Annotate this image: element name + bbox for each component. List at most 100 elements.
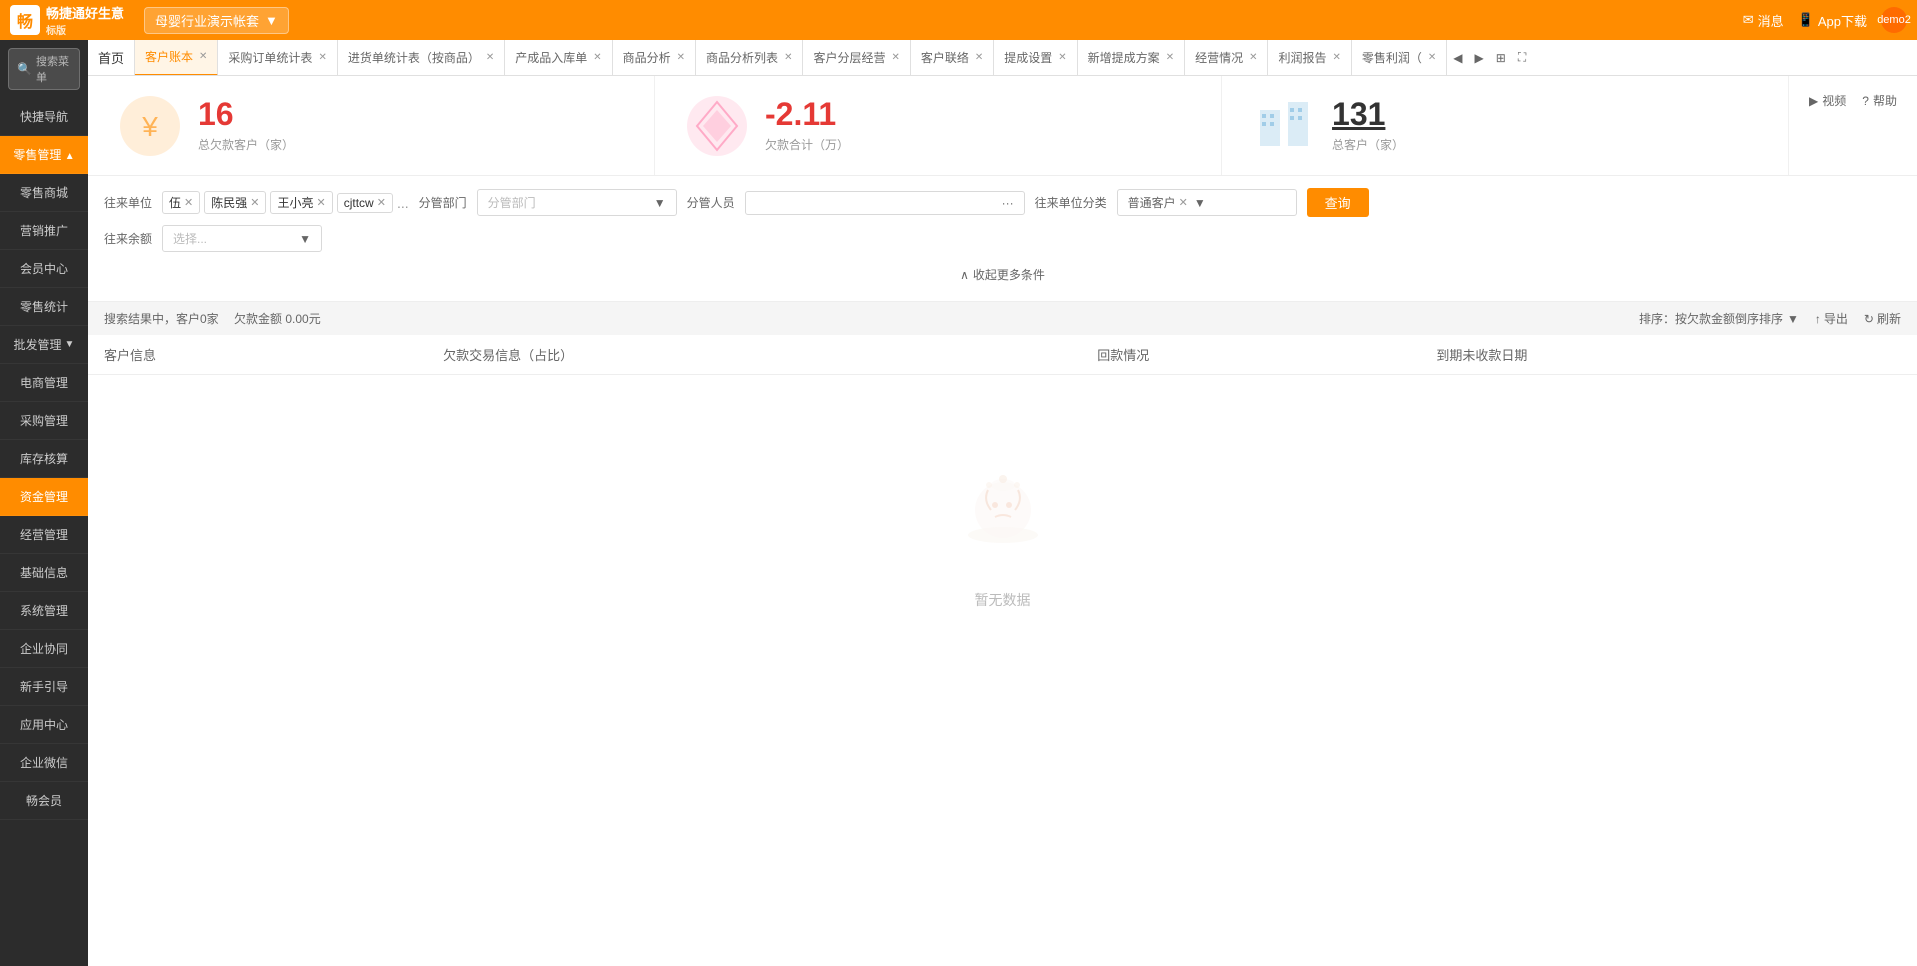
tab-customer-segment[interactable]: 客户分层经营 ✕ — [803, 40, 910, 76]
tab-retail-profit[interactable]: 零售利润（ ✕ — [1352, 40, 1447, 76]
tab-production-in[interactable]: 产成品入库单 ✕ — [505, 40, 612, 76]
balance-label: 往来余额 — [104, 230, 152, 247]
stat-icon-area: ¥ — [118, 94, 182, 158]
tab-scroll-left[interactable]: ◀ — [1447, 51, 1468, 65]
tab-customer-contact[interactable]: 客户联络 ✕ — [911, 40, 994, 76]
tab-new-raise-plan[interactable]: 新增提成方案 ✕ — [1078, 40, 1185, 76]
query-button[interactable]: 查询 — [1307, 188, 1369, 217]
sidebar-item-system-mgmt[interactable]: 系统管理 — [0, 592, 88, 630]
avatar: demo2 — [1881, 7, 1907, 33]
sidebar-item-quick-nav[interactable]: 快捷导航 — [0, 98, 88, 136]
app-container: 畅 畅捷通好生意 标版 母婴行业演示帐套 ▼ ✉ 消息 📱 App下载 — [0, 0, 1917, 966]
sort-selector[interactable]: 排序：按欠款金额倒序排序 ▼ — [1639, 310, 1799, 327]
sidebar-item-purchase-mgmt[interactable]: 采购管理 — [0, 402, 88, 440]
tag-close-wu[interactable]: ✕ — [184, 196, 193, 209]
sidebar-item-marketing[interactable]: 营销推广 — [0, 212, 88, 250]
tab-accounts[interactable]: 客户账本 ✕ — [135, 40, 218, 76]
tab-close-icon[interactable]: ✕ — [891, 52, 899, 63]
tag-close-wang[interactable]: ✕ — [317, 196, 326, 209]
sidebar-item-label: 零售商城 — [20, 186, 68, 200]
sidebar-item-app-center[interactable]: 应用中心 — [0, 706, 88, 744]
refresh-label: 刷新 — [1877, 310, 1901, 327]
export-button[interactable]: ↑ 导出 — [1815, 310, 1848, 327]
unit-label: 往来单位 — [104, 194, 152, 211]
sidebar-item-enterprise-wechat[interactable]: 企业微信 — [0, 744, 88, 782]
tab-close-icon[interactable]: ✕ — [318, 52, 326, 63]
tag-text: 陈民强 — [211, 194, 247, 211]
sidebar-item-label: 经营管理 — [20, 528, 68, 542]
message-button[interactable]: ✉ 消息 — [1743, 11, 1784, 30]
balance-selector[interactable]: 选择... ▼ — [162, 225, 322, 252]
stats-row: ¥ 16 总欠款客户（家） — [88, 76, 1917, 176]
search-icon: 🔍 — [17, 62, 32, 76]
tab-close-icon[interactable]: ✕ — [677, 52, 685, 63]
tab-profit-report[interactable]: 利润报告 ✕ — [1268, 40, 1351, 76]
collapse-label: 收起更多条件 — [973, 266, 1045, 283]
tab-fullscreen-button[interactable]: ⛶ — [1512, 50, 1532, 65]
tab-close-icon[interactable]: ✕ — [1166, 52, 1174, 63]
tab-close-icon[interactable]: ✕ — [486, 52, 494, 63]
sidebar-item-new-guide[interactable]: 新手引导 — [0, 668, 88, 706]
tab-label: 利润报告 — [1278, 49, 1326, 66]
arrow-icon: ▼ — [65, 339, 75, 350]
chevron-down-icon: ▼ — [1787, 312, 1799, 326]
tab-product-analysis[interactable]: 商品分析 ✕ — [613, 40, 696, 76]
sidebar-search-box[interactable]: 🔍 搜索菜单 — [8, 48, 80, 90]
collapse-button[interactable]: ∧ 收起更多条件 — [954, 260, 1051, 289]
category-selector[interactable]: 普通客户 ✕ ▼ — [1117, 189, 1297, 216]
sidebar-item-capital-mgmt[interactable]: 资金管理 — [0, 478, 88, 516]
main-layout: 🔍 搜索菜单 快捷导航 零售管理 ▲ 零售商城 营销推广 会员中心 零售统计 — [0, 40, 1917, 966]
logo-text-area: 畅捷通好生意 标版 — [46, 3, 124, 37]
sidebar-item-wholesale-mgmt[interactable]: 批发管理 ▼ — [0, 326, 88, 364]
sidebar-item-basic-info[interactable]: 基础信息 — [0, 554, 88, 592]
more-tags-button[interactable]: ... — [397, 195, 409, 211]
industry-selector[interactable]: 母婴行业演示帐套 ▼ — [144, 7, 289, 34]
tab-raise-settings[interactable]: 提成设置 ✕ — [994, 40, 1077, 76]
tab-close-icon[interactable]: ✕ — [593, 52, 601, 63]
video-help-button[interactable]: ▶ 视频 — [1809, 92, 1846, 109]
app-download-button[interactable]: 📱 App下载 — [1798, 11, 1867, 30]
tab-close-icon[interactable]: ✕ — [1058, 52, 1066, 63]
person-selector[interactable]: ··· — [745, 191, 1025, 215]
tag-close-chen[interactable]: ✕ — [250, 196, 259, 209]
help-button[interactable]: ? 帮助 — [1862, 92, 1897, 109]
tab-label: 采购订单统计表 — [228, 49, 312, 66]
dept-selector[interactable]: 分管部门 ▼ — [477, 189, 677, 216]
tab-inbound-stats[interactable]: 进货单统计表（按商品） ✕ — [338, 40, 505, 76]
sidebar-item-operation-mgmt[interactable]: 经营管理 — [0, 516, 88, 554]
tab-close-icon[interactable]: ✕ — [1428, 52, 1436, 63]
tab-close-icon[interactable]: ✕ — [784, 52, 792, 63]
tab-product-analysis-list[interactable]: 商品分析列表 ✕ — [696, 40, 803, 76]
tab-close-icon[interactable]: ✕ — [1333, 52, 1341, 63]
tab-purchase-order[interactable]: 采购订单统计表 ✕ — [218, 40, 337, 76]
stat-card-customers: ¥ 16 总欠款客户（家） — [88, 76, 655, 175]
sidebar-item-member-center[interactable]: 会员中心 — [0, 250, 88, 288]
sidebar-item-retail-mgmt[interactable]: 零售管理 ▲ — [0, 136, 88, 174]
tag-text: 王小亮 — [277, 194, 313, 211]
collapse-area: ∧ 收起更多条件 — [104, 260, 1901, 289]
main-content: ¥ 16 总欠款客户（家） — [88, 76, 1917, 966]
tab-scroll-right[interactable]: ▶ — [1469, 51, 1490, 65]
tab-operations[interactable]: 经营情况 ✕ — [1185, 40, 1268, 76]
tag-close-cjttcw[interactable]: ✕ — [377, 196, 386, 209]
logo-area: 畅 畅捷通好生意 标版 — [10, 3, 124, 37]
tab-close-icon[interactable]: ✕ — [199, 51, 207, 62]
tab-home[interactable]: 首页 — [88, 40, 135, 76]
sidebar-item-label: 资金管理 — [20, 490, 68, 504]
export-icon: ↑ — [1815, 312, 1821, 326]
tab-close-icon[interactable]: ✕ — [1249, 52, 1257, 63]
category-close[interactable]: ✕ — [1179, 196, 1188, 209]
sidebar-item-retail-stats[interactable]: 零售统计 — [0, 288, 88, 326]
user-area[interactable]: demo2 — [1881, 7, 1907, 33]
sidebar-item-label: 零售管理 — [13, 148, 61, 162]
sidebar-item-retail-mall[interactable]: 零售商城 — [0, 174, 88, 212]
tab-expand-button[interactable]: ⊞ — [1490, 51, 1512, 65]
sidebar-item-member-vip[interactable]: 畅会员 — [0, 782, 88, 820]
sidebar-item-inventory[interactable]: 库存核算 — [0, 440, 88, 478]
username-label: demo2 — [1877, 14, 1911, 26]
no-data-illustration — [953, 455, 1053, 555]
refresh-button[interactable]: ↻ 刷新 — [1864, 310, 1901, 327]
sidebar-item-enterprise-coop[interactable]: 企业协同 — [0, 630, 88, 668]
sidebar-item-ecommerce[interactable]: 电商管理 — [0, 364, 88, 402]
tab-close-icon[interactable]: ✕ — [975, 52, 983, 63]
